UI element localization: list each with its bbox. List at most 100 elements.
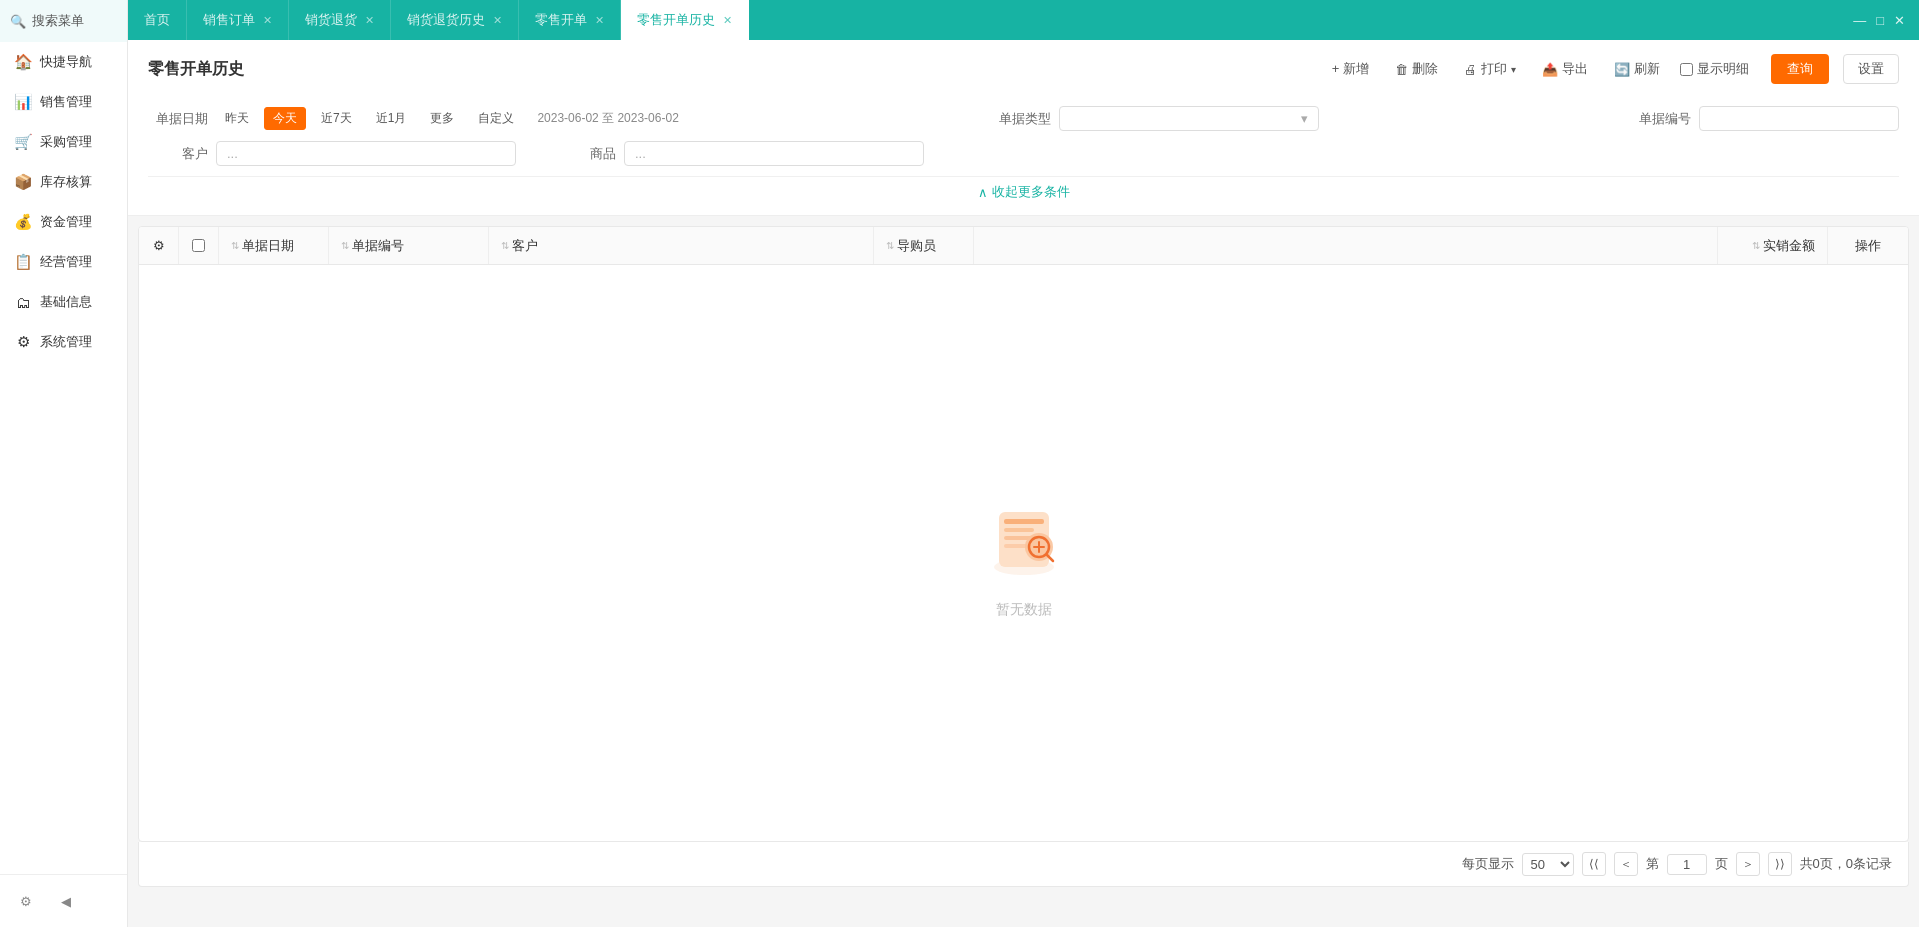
sidebar-icon-inventory: 📦 <box>14 173 32 191</box>
refresh-button[interactable]: 🔄 刷新 <box>1608 56 1666 82</box>
date-btn-last_month[interactable]: 近1月 <box>367 107 416 130</box>
delete-icon: 🗑 <box>1395 62 1408 77</box>
sidebar-label-inventory: 库存核算 <box>40 173 92 191</box>
sidebar-search-label: 搜索菜单 <box>32 12 84 30</box>
next-page-btn[interactable]: ＞ <box>1736 852 1760 876</box>
th-checkbox[interactable] <box>179 227 219 264</box>
print-button[interactable]: 🖨 打印 ▾ <box>1458 56 1522 82</box>
content: 零售开单历史 + 新增 🗑 删除 🖨 打印 ▾ 📤 <box>128 40 1919 927</box>
sort-num-icon: ⇅ <box>341 240 349 251</box>
th-amount[interactable]: ⇅ 实销金额 <box>1718 227 1828 264</box>
customer-filter-label: 客户 <box>148 145 216 163</box>
sidebar-icon-basic-info: 🗂 <box>14 294 32 311</box>
sort-customer-icon: ⇅ <box>501 240 509 251</box>
tab-bar: 首页销售订单✕销货退货✕销货退货历史✕零售开单✕零售开单历史✕ — □ ✕ <box>128 0 1919 40</box>
per-page-label: 每页显示 <box>1462 855 1514 873</box>
sidebar-item-sys-mgmt[interactable]: ⚙系统管理 <box>0 322 127 362</box>
tab-label-sales-return-history: 销货退货历史 <box>407 11 485 29</box>
search-icon: 🔍 <box>10 14 26 29</box>
th-settings[interactable]: ⚙ <box>139 227 179 264</box>
window-minimize[interactable]: — <box>1853 13 1866 28</box>
table-header: ⚙ ⇅ 单据日期 ⇅ 单据编号 ⇅ 客户 ⇅ <box>139 227 1908 265</box>
page-input[interactable] <box>1667 854 1707 875</box>
window-close[interactable]: ✕ <box>1894 13 1905 28</box>
last-page-btn[interactable]: ⟩⟩ <box>1768 852 1792 876</box>
th-date[interactable]: ⇅ 单据日期 <box>219 227 329 264</box>
collapse-btn[interactable]: ◀ <box>50 885 82 917</box>
sidebar-item-sales-mgmt[interactable]: 📊销售管理 <box>0 82 127 122</box>
th-num[interactable]: ⇅ 单据编号 <box>329 227 489 264</box>
add-button[interactable]: + 新增 <box>1326 56 1375 82</box>
tab-sales-return-history[interactable]: 销货退货历史 ✕ <box>391 0 519 40</box>
tab-sales-order[interactable]: 销售订单✕ <box>187 0 289 40</box>
tab-home[interactable]: 首页 <box>128 0 187 40</box>
sidebar: 🔍 搜索菜单 🏠快捷导航📊销售管理🛒采购管理 📦 库存核算 💰资金管理 📋 经营管理 🗂基础… <box>0 0 128 927</box>
date-range-display: 2023-06-02 至 2023-06-02 <box>537 110 678 127</box>
sidebar-item-inventory[interactable]: 📦 库存核算 <box>0 162 127 202</box>
settings-button[interactable]: 设置 <box>1843 54 1899 84</box>
type-filter-label: 单据类型 <box>991 110 1059 128</box>
th-action: 操作 <box>1828 227 1908 264</box>
first-page-btn[interactable]: ⟨⟨ <box>1582 852 1606 876</box>
date-btn-yesterday[interactable]: 昨天 <box>216 107 258 130</box>
date-btn-more[interactable]: 更多 <box>421 107 463 130</box>
date-btn-last7[interactable]: 近7天 <box>312 107 361 130</box>
sort-guide-icon: ⇅ <box>886 240 894 251</box>
sidebar-item-operations[interactable]: 📋 经营管理 <box>0 242 127 282</box>
tab-label-home: 首页 <box>144 11 170 29</box>
collapse-more-btn[interactable]: ∧ 收起更多条件 <box>148 177 1899 205</box>
filter-area: 单据日期 昨天今天近7天近1月更多自定义 2023-06-02 至 2023-0… <box>148 94 1899 215</box>
date-filter-btns: 昨天今天近7天近1月更多自定义 <box>216 107 523 130</box>
sidebar-item-finance[interactable]: 💰资金管理 <box>0 202 127 242</box>
product-filter-input[interactable]: ... <box>624 141 924 166</box>
tab-close-sales-return-history[interactable]: ✕ <box>493 14 502 27</box>
sidebar-bottom: ⚙ ◀ <box>0 874 127 927</box>
th-customer[interactable]: ⇅ 客户 <box>489 227 874 264</box>
th-guide[interactable]: ⇅ 导购员 <box>874 227 974 264</box>
tab-close-retail-history[interactable]: ✕ <box>723 14 732 27</box>
sidebar-item-quick-nav[interactable]: 🏠快捷导航 <box>0 42 127 82</box>
sidebar-nav: 🏠快捷导航📊销售管理🛒采购管理 📦 库存核算 💰资金管理 📋 经营管理 🗂基础信息⚙系统管理 <box>0 42 127 874</box>
query-button[interactable]: 查询 <box>1771 54 1829 84</box>
delete-button[interactable]: 🗑 删除 <box>1389 56 1444 82</box>
sidebar-label-sales-mgmt: 销售管理 <box>40 93 92 111</box>
num-filter-input[interactable] <box>1699 106 1899 131</box>
th-action-label: 操作 <box>1855 237 1881 255</box>
page-header: 零售开单历史 + 新增 🗑 删除 🖨 打印 ▾ 📤 <box>128 40 1919 216</box>
add-label: + 新增 <box>1332 60 1369 78</box>
sidebar-search[interactable]: 🔍 搜索菜单 <box>0 0 127 42</box>
sidebar-icon-operations: 📋 <box>14 253 32 271</box>
type-filter-select[interactable]: ▾ <box>1059 106 1319 131</box>
settings-bottom-btn[interactable]: ⚙ <box>10 885 42 917</box>
export-button[interactable]: 📤 导出 <box>1536 56 1594 82</box>
display-detail-input[interactable] <box>1680 63 1693 76</box>
sidebar-label-operations: 经营管理 <box>40 253 92 271</box>
tab-retail-open[interactable]: 零售开单✕ <box>519 0 621 40</box>
tab-label-retail-history: 零售开单历史 <box>637 11 715 29</box>
tab-close-retail-open[interactable]: ✕ <box>595 14 604 27</box>
tab-sales-return[interactable]: 销货退货 ✕ <box>289 0 391 40</box>
prev-page-btn[interactable]: ＜ <box>1614 852 1638 876</box>
customer-filter-input[interactable]: ... <box>216 141 516 166</box>
th-guide-label: 导购员 <box>897 237 936 255</box>
sidebar-item-purchase-mgmt[interactable]: 🛒采购管理 <box>0 122 127 162</box>
svg-rect-3 <box>1004 528 1034 532</box>
main: 首页销售订单✕销货退货✕销货退货历史✕零售开单✕零售开单历史✕ — □ ✕ 零售… <box>128 0 1919 927</box>
tab-label-sales-return: 销货退货 <box>305 11 357 29</box>
display-detail-checkbox[interactable]: 显示明细 <box>1680 60 1749 78</box>
tab-bar-right: — □ ✕ <box>1839 13 1919 28</box>
tab-close-sales-return[interactable]: ✕ <box>365 14 374 27</box>
sidebar-item-basic-info[interactable]: 🗂基础信息 <box>0 282 127 322</box>
print-label: 打印 <box>1481 60 1507 78</box>
tab-retail-history[interactable]: 零售开单历史 ✕ <box>621 0 749 40</box>
select-all-checkbox[interactable] <box>192 239 205 252</box>
customer-dots: ... <box>227 146 238 161</box>
date-btn-today[interactable]: 今天 <box>264 107 306 130</box>
date-filter-label: 单据日期 <box>148 110 216 128</box>
date-btn-custom[interactable]: 自定义 <box>469 107 523 130</box>
page-suffix: 页 <box>1715 855 1728 873</box>
per-page-select[interactable]: 50 100 200 <box>1522 853 1574 876</box>
tab-close-sales-order[interactable]: ✕ <box>263 14 272 27</box>
window-maximize[interactable]: □ <box>1876 13 1884 28</box>
sidebar-label-quick-nav: 快捷导航 <box>40 53 92 71</box>
